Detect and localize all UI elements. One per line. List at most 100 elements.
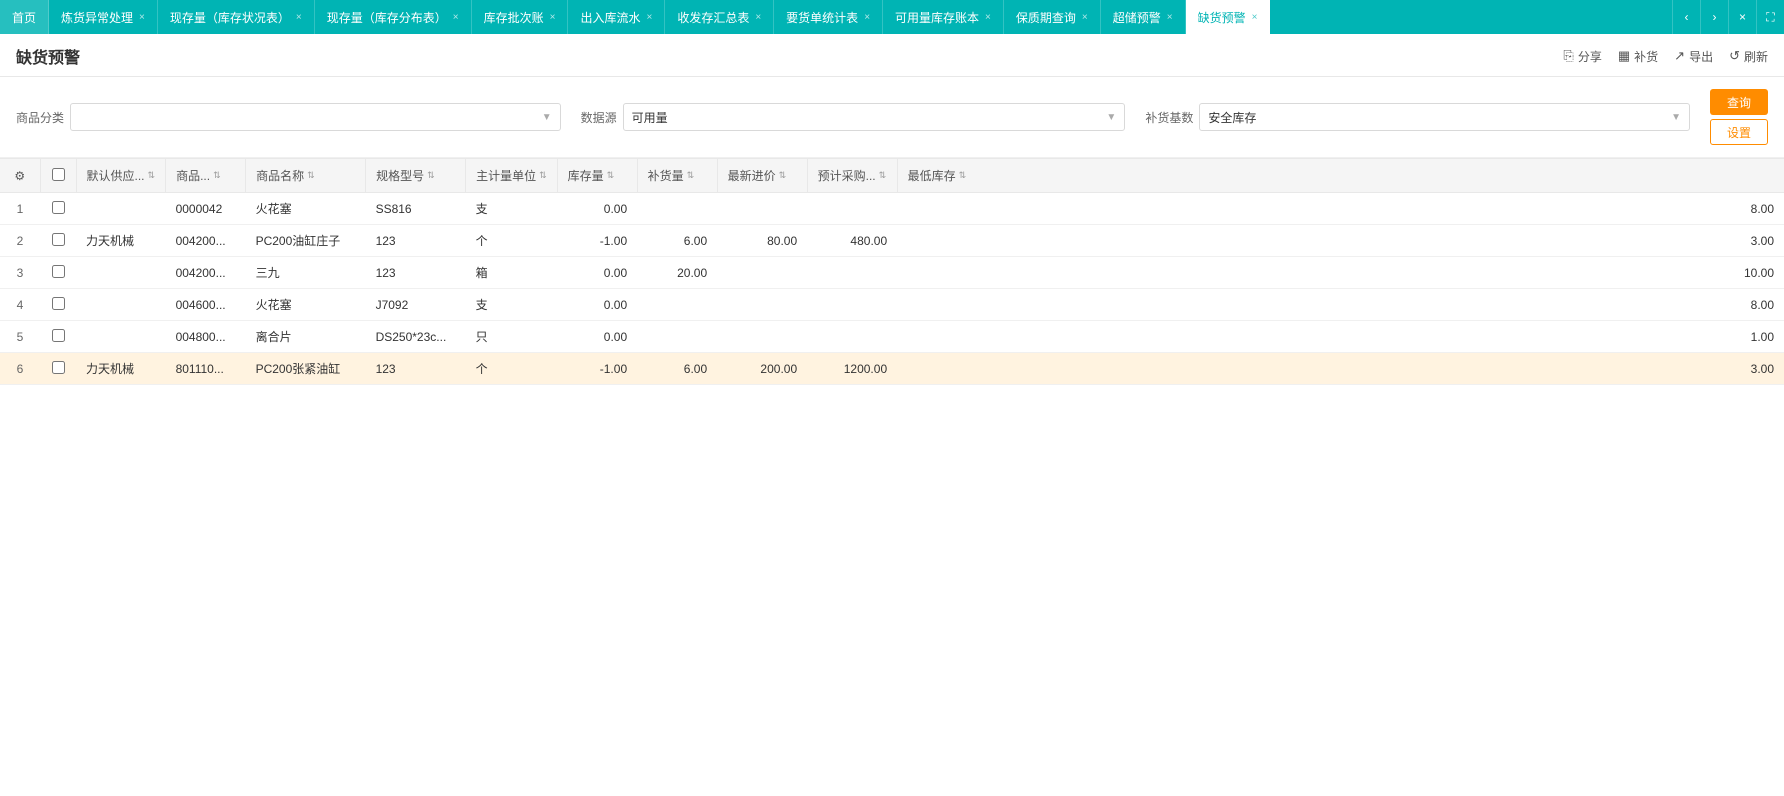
row-est-purchase-2: 480.00 (807, 225, 897, 257)
refresh-label: 刷新 (1744, 48, 1768, 65)
filter-area: 商品分类 ▼ 数据源 可用量 ▼ 补货基数 安全库存 ▼ 查询 设置 (0, 77, 1784, 158)
th-replenish-label: 补货量 (648, 167, 684, 184)
th-product-name-label: 商品名称 (256, 167, 304, 184)
row-product-name-1: 火花塞 (246, 193, 366, 225)
nav-tab-exception-label: 炼货异常处理 (61, 9, 133, 26)
row-product-code-6: 801110... (166, 353, 246, 385)
nav-tab-inventory-status-close[interactable]: × (296, 12, 302, 23)
nav-tab-receipt-summary[interactable]: 收发存汇总表 × (665, 0, 774, 34)
nav-tab-inventory-dist[interactable]: 现存量（库存分布表） × (315, 0, 472, 34)
row-stock-1: 0.00 (557, 193, 637, 225)
nav-tab-receipt-summary-close[interactable]: × (755, 12, 761, 23)
th-replenish-sort-icon: ⇅ (687, 170, 695, 181)
row-replenish-1 (637, 193, 717, 225)
nav-tab-inout-flow[interactable]: 出入库流水 × (568, 0, 665, 34)
category-select[interactable]: ▼ (70, 103, 561, 131)
nav-tab-order-stats[interactable]: 要货单统计表 × (774, 0, 883, 34)
settings-button[interactable]: 设置 (1710, 119, 1768, 145)
nav-tab-shortage-close[interactable]: × (1252, 12, 1258, 23)
th-replenish[interactable]: 补货量 ⇅ (637, 159, 717, 193)
row-checkbox-cell-6[interactable] (40, 353, 76, 385)
nav-tab-exception[interactable]: 炼货异常处理 × (49, 0, 158, 34)
row-checkbox-1[interactable] (52, 201, 65, 214)
row-supplier-5 (76, 321, 166, 353)
row-latest-price-2: 80.00 (717, 225, 807, 257)
row-est-purchase-3 (807, 257, 897, 289)
nav-tab-expiry-close[interactable]: × (1082, 12, 1088, 23)
row-unit-5: 只 (466, 321, 558, 353)
row-replenish-5 (637, 321, 717, 353)
th-supplier[interactable]: 默认供应... ⇅ (76, 159, 166, 193)
nav-tab-batch-account[interactable]: 库存批次账 × (472, 0, 569, 34)
nav-close-button[interactable]: × (1728, 0, 1756, 34)
export-button[interactable]: ↗ 导出 (1674, 48, 1713, 65)
row-checkbox-cell-4[interactable] (40, 289, 76, 321)
nav-tab-overstock[interactable]: 超储预警 × (1101, 0, 1186, 34)
settings-icon: ⚙ (14, 169, 25, 183)
query-button[interactable]: 查询 (1710, 89, 1768, 115)
th-stock[interactable]: 库存量 ⇅ (557, 159, 637, 193)
row-checkbox-cell-1[interactable] (40, 193, 76, 225)
nav-tab-inventory-dist-close[interactable]: × (453, 12, 459, 23)
row-min-stock-1: 8.00 (897, 193, 1784, 225)
th-latest-price-sort-icon: ⇅ (779, 170, 787, 181)
select-all-checkbox[interactable] (52, 168, 65, 181)
th-est-purchase[interactable]: 预计采购... ⇅ (807, 159, 897, 193)
row-replenish-2: 6.00 (637, 225, 717, 257)
nav-tab-exception-close[interactable]: × (139, 12, 145, 23)
category-filter-group: 商品分类 ▼ (16, 103, 561, 131)
datasource-filter-label: 数据源 (581, 109, 617, 126)
th-min-stock[interactable]: 最低库存 ⇅ (897, 159, 1784, 193)
row-replenish-6: 6.00 (637, 353, 717, 385)
th-spec[interactable]: 规格型号 ⇅ (366, 159, 466, 193)
datasource-select-value: 可用量 (632, 109, 668, 126)
nav-tab-overstock-close[interactable]: × (1167, 12, 1173, 23)
share-button[interactable]: ⎘ 分享 (1563, 48, 1601, 65)
th-stock-label: 库存量 (568, 167, 604, 184)
th-unit[interactable]: 主计量单位 ⇅ (466, 159, 558, 193)
row-est-purchase-1 (807, 193, 897, 225)
row-checkbox-cell-3[interactable] (40, 257, 76, 289)
th-settings[interactable]: ⚙ (0, 159, 40, 193)
th-est-purchase-sort-icon: ⇅ (879, 170, 887, 181)
nav-tab-inout-flow-close[interactable]: × (646, 12, 652, 23)
nav-tab-order-stats-close[interactable]: × (864, 12, 870, 23)
th-latest-price[interactable]: 最新进价 ⇅ (717, 159, 807, 193)
row-est-purchase-5 (807, 321, 897, 353)
row-unit-4: 支 (466, 289, 558, 321)
row-index-1: 1 (0, 193, 40, 225)
row-supplier-2: 力天机械 (76, 225, 166, 257)
table-container: ⚙ 默认供应... ⇅ 商品... ⇅ (0, 158, 1784, 385)
nav-tab-expiry[interactable]: 保质期查询 × (1004, 0, 1101, 34)
refresh-button[interactable]: ↺ 刷新 (1729, 48, 1768, 65)
row-supplier-3 (76, 257, 166, 289)
row-checkbox-3[interactable] (52, 265, 65, 278)
nav-tab-inventory-status[interactable]: 现存量（库存状况表） × (158, 0, 315, 34)
replenish-button[interactable]: ▦ 补货 (1618, 48, 1658, 65)
nav-tab-shortage[interactable]: 缺货预警 × (1186, 0, 1271, 34)
nav-tab-avail-ledger-close[interactable]: × (985, 12, 991, 23)
nav-prev-button[interactable]: ‹ (1672, 0, 1700, 34)
row-index-6: 6 (0, 353, 40, 385)
row-checkbox-2[interactable] (52, 233, 65, 246)
row-checkbox-cell-2[interactable] (40, 225, 76, 257)
row-checkbox-cell-5[interactable] (40, 321, 76, 353)
header-actions: ⎘ 分享 ▦ 补货 ↗ 导出 ↺ 刷新 (1563, 48, 1768, 65)
row-checkbox-6[interactable] (52, 361, 65, 374)
row-checkbox-4[interactable] (52, 297, 65, 310)
nav-tab-home[interactable]: 首页 (0, 0, 49, 34)
th-product-code[interactable]: 商品... ⇅ (166, 159, 246, 193)
nav-tab-batch-account-close[interactable]: × (550, 12, 556, 23)
row-product-name-5: 离合片 (246, 321, 366, 353)
nav-tab-avail-ledger[interactable]: 可用量库存账本 × (883, 0, 1004, 34)
nav-fullscreen-button[interactable]: ⛶ (1756, 0, 1784, 34)
row-checkbox-5[interactable] (52, 329, 65, 342)
row-latest-price-5 (717, 321, 807, 353)
row-unit-6: 个 (466, 353, 558, 385)
replenish-base-select[interactable]: 安全库存 ▼ (1199, 103, 1690, 131)
row-supplier-6: 力天机械 (76, 353, 166, 385)
th-product-name[interactable]: 商品名称 ⇅ (246, 159, 366, 193)
row-min-stock-2: 3.00 (897, 225, 1784, 257)
datasource-select[interactable]: 可用量 ▼ (623, 103, 1126, 131)
nav-next-button[interactable]: › (1700, 0, 1728, 34)
